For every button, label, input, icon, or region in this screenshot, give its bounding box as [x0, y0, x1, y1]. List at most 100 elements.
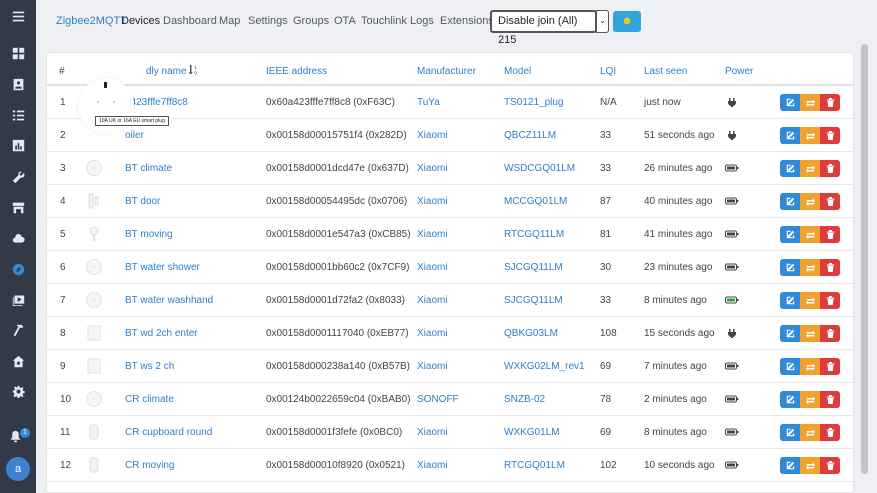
nav-devices[interactable]: Devices: [121, 15, 160, 27]
delete-button[interactable]: [820, 226, 840, 243]
store-icon[interactable]: [0, 194, 36, 220]
device-name-link[interactable]: BT ws 2 ch: [125, 361, 174, 372]
gear-icon[interactable]: [0, 378, 36, 404]
delete-button[interactable]: [820, 391, 840, 408]
sort-numeric-down-icon[interactable]: 19: [188, 64, 199, 78]
manufacturer-link[interactable]: Xiaomi: [417, 460, 448, 471]
device-name-link[interactable]: BT moving: [125, 229, 173, 240]
delete-button[interactable]: [820, 94, 840, 111]
menu-icon[interactable]: [0, 3, 36, 29]
delete-button[interactable]: [820, 292, 840, 309]
model-link[interactable]: WXKG02LM_rev1: [504, 361, 585, 372]
rename-button[interactable]: [800, 226, 820, 243]
delete-button[interactable]: [820, 457, 840, 474]
compass-icon[interactable]: [0, 256, 36, 282]
edit-button[interactable]: [780, 94, 800, 111]
rename-button[interactable]: [800, 292, 820, 309]
manufacturer-link[interactable]: Xiaomi: [417, 295, 448, 306]
manufacturer-link[interactable]: Xiaomi: [417, 262, 448, 273]
model-link[interactable]: SJCGQ11LM: [504, 295, 563, 306]
model-link[interactable]: RTCGQ11LM: [504, 229, 564, 240]
brand-link[interactable]: Zigbee2MQTT: [56, 15, 127, 27]
manufacturer-link[interactable]: SONOFF: [417, 394, 459, 405]
edit-button[interactable]: [780, 325, 800, 342]
scrollbar-thumb[interactable]: [861, 44, 868, 474]
model-link[interactable]: RTCGQ01LM: [504, 460, 565, 471]
header-ieee[interactable]: IEEE address: [266, 66, 327, 77]
edit-button[interactable]: [780, 292, 800, 309]
nav-settings[interactable]: Settings: [248, 15, 288, 27]
manufacturer-link[interactable]: TuYa: [417, 97, 440, 108]
manufacturer-link[interactable]: Xiaomi: [417, 130, 448, 141]
rename-button[interactable]: [800, 424, 820, 441]
list-icon[interactable]: [0, 102, 36, 128]
contact-card-icon[interactable]: [0, 71, 36, 97]
rename-button[interactable]: [800, 193, 820, 210]
manufacturer-link[interactable]: Xiaomi: [417, 328, 448, 339]
join-dropdown-toggle[interactable]: ⌄: [596, 10, 609, 33]
scrollbar[interactable]: [861, 42, 868, 493]
rename-button[interactable]: [800, 457, 820, 474]
header-last-seen[interactable]: Last seen: [644, 66, 687, 77]
model-link[interactable]: SJCGQ11LM: [504, 262, 563, 273]
header-power[interactable]: Power: [725, 66, 753, 77]
device-name-link[interactable]: CR moving: [125, 460, 174, 471]
rename-button[interactable]: [800, 259, 820, 276]
manufacturer-link[interactable]: Xiaomi: [417, 196, 448, 207]
device-name-link[interactable]: BT water shower: [125, 262, 200, 273]
nav-logs[interactable]: Logs: [410, 15, 434, 27]
model-link[interactable]: SNZB-02: [504, 394, 545, 405]
rename-button[interactable]: [800, 358, 820, 375]
notifications-button[interactable]: 1: [9, 428, 30, 446]
avatar[interactable]: a: [6, 457, 30, 481]
delete-button[interactable]: [820, 160, 840, 177]
header-lqi[interactable]: LQI: [600, 66, 616, 77]
device-name-link[interactable]: BT door: [125, 196, 160, 207]
edit-button[interactable]: [780, 127, 800, 144]
device-name-link[interactable]: BT climate: [125, 163, 172, 174]
manufacturer-link[interactable]: Xiaomi: [417, 361, 448, 372]
edit-button[interactable]: [780, 424, 800, 441]
chart-icon[interactable]: [0, 132, 36, 158]
edit-button[interactable]: [780, 457, 800, 474]
edit-button[interactable]: [780, 193, 800, 210]
device-name-link[interactable]: a423fffe7ff8c8: [125, 97, 188, 108]
edit-button[interactable]: [780, 358, 800, 375]
model-link[interactable]: TS0121_plug: [504, 97, 564, 108]
edit-button[interactable]: [780, 391, 800, 408]
wrench-icon[interactable]: [0, 164, 36, 190]
media-icon[interactable]: [0, 286, 36, 312]
manufacturer-link[interactable]: Xiaomi: [417, 229, 448, 240]
cloud-icon[interactable]: [0, 225, 36, 251]
nav-touchlink[interactable]: Touchlink: [361, 15, 407, 27]
rename-button[interactable]: [800, 325, 820, 342]
nav-dashboard[interactable]: Dashboard: [163, 15, 217, 27]
rename-button[interactable]: [800, 127, 820, 144]
manufacturer-link[interactable]: Xiaomi: [417, 427, 448, 438]
nav-ota[interactable]: OTA: [334, 15, 356, 27]
device-name-link[interactable]: CR climate: [125, 394, 174, 405]
delete-button[interactable]: [820, 424, 840, 441]
delete-button[interactable]: [820, 325, 840, 342]
dashboard-icon[interactable]: [0, 40, 36, 66]
home-gear-icon[interactable]: [0, 348, 36, 374]
edit-button[interactable]: [780, 259, 800, 276]
header-model[interactable]: Model: [504, 66, 531, 77]
device-name-link[interactable]: BT wd 2ch enter: [125, 328, 198, 339]
model-link[interactable]: MCCGQ01LM: [504, 196, 567, 207]
delete-button[interactable]: [820, 358, 840, 375]
delete-button[interactable]: [820, 127, 840, 144]
model-link[interactable]: QBCZ11LM: [504, 130, 556, 141]
nav-groups[interactable]: Groups: [293, 15, 329, 27]
rename-button[interactable]: [800, 160, 820, 177]
theme-button[interactable]: ☻: [613, 11, 641, 32]
rename-button[interactable]: [800, 94, 820, 111]
rename-button[interactable]: [800, 391, 820, 408]
hammer-icon[interactable]: [0, 317, 36, 343]
model-link[interactable]: QBKG03LM: [504, 328, 558, 339]
manufacturer-link[interactable]: Xiaomi: [417, 163, 448, 174]
header-manufacturer[interactable]: Manufacturer: [417, 66, 476, 77]
header-friendly-name[interactable]: dly name: [146, 66, 187, 77]
edit-button[interactable]: [780, 226, 800, 243]
device-name-link[interactable]: BT water washhand: [125, 295, 213, 306]
